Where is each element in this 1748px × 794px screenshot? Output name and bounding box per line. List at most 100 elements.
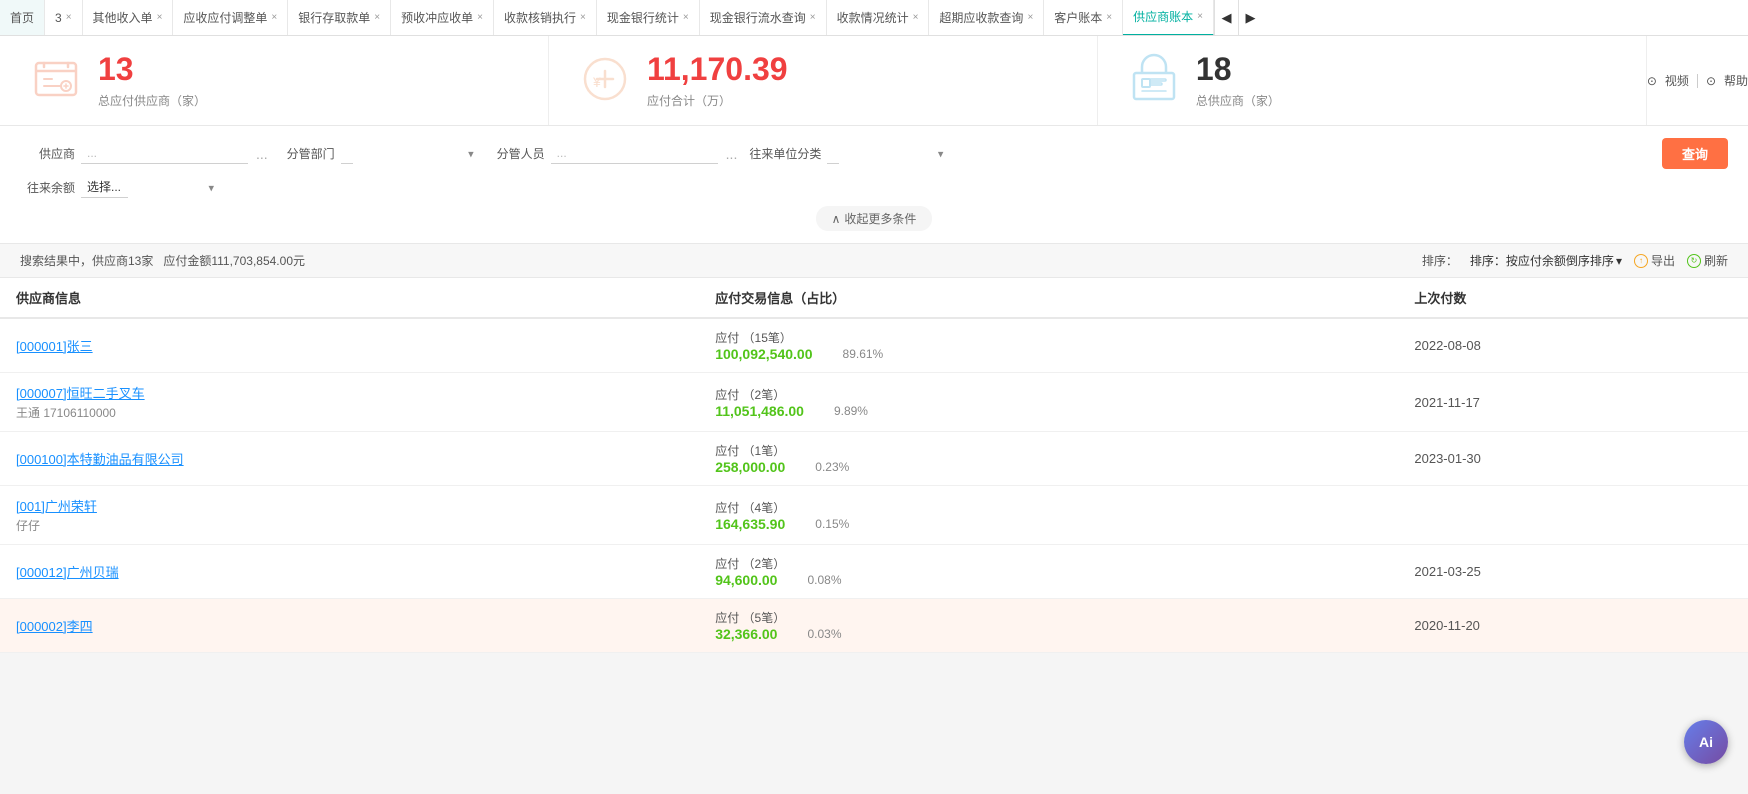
tx-label-5: 应付 （5笔） xyxy=(715,611,785,625)
transaction-cell-4: 应付 （2笔）94,600.000.08% xyxy=(699,545,1398,599)
data-table-wrap: 供应商信息 应付交易信息（占比） 上次付数 [000001]张三应付 （15笔）… xyxy=(0,278,1748,653)
supplier-link-0[interactable]: [000001]张三 xyxy=(16,339,93,354)
tx-label-0: 应付 （15笔） xyxy=(715,331,792,345)
nav-ar-ap-adjust[interactable]: 应收应付调整单 × xyxy=(173,0,288,36)
nav-other-income[interactable]: 其他收入单 × xyxy=(83,0,174,36)
table-row: [000002]李四 应付 （5笔）32,366.000.03% 2020-11-2… xyxy=(0,599,1748,653)
nav-right-arrow[interactable]: ▶ xyxy=(1238,0,1262,36)
table-row: [000001]张三应付 （15笔）100,092,540.0089.61%20… xyxy=(0,318,1748,373)
dept-select-wrap xyxy=(341,143,480,164)
summary-bar: 13 总应付供应商（家） ¥ 11,170.39 应付合计（万） xyxy=(0,36,1748,126)
nav-collection-stat[interactable]: 收款情况统计 × xyxy=(827,0,930,36)
transaction-cell-1: 应付 （2笔）11,051,486.009.89% xyxy=(699,373,1398,432)
amount-value-4: 94,600.00 xyxy=(715,572,777,588)
filter-dept: 分管部门 xyxy=(280,143,480,164)
nav-prepayment[interactable]: 预收冲应收单 × xyxy=(391,0,494,36)
amount-row-3: 164,635.900.15% xyxy=(715,516,1382,532)
supplier-link-1[interactable]: [000007]恒旺二手叉车 xyxy=(16,386,145,401)
amount-row-1: 11,051,486.009.89% xyxy=(715,403,1382,419)
nav-cash-bank-stat[interactable]: 现金银行统计 × xyxy=(597,0,700,36)
supplier-more-btn[interactable]: ... xyxy=(254,146,270,162)
nav-close-supplier-ledger[interactable]: × xyxy=(1197,11,1203,22)
amount-value-3: 164,635.90 xyxy=(715,516,785,532)
amount-value-1: 11,051,486.00 xyxy=(715,403,804,419)
table-row: [000100]本特勤油品有限公司应付 （1笔）258,000.000.23%2… xyxy=(0,432,1748,486)
supplier-cell-5: [000002]李四 xyxy=(0,599,699,653)
supplier-link-5[interactable]: [000002]李四 xyxy=(16,619,93,634)
nav-close-cash-flow-query[interactable]: × xyxy=(810,12,816,23)
nav-close-cash-bank-stat[interactable]: × xyxy=(683,12,689,23)
nav-close-collection-exec[interactable]: × xyxy=(580,12,586,23)
nav-home[interactable]: 首页 xyxy=(0,0,45,36)
result-bar: 搜索结果中，供应商13家 应付金额111,703,854.00元 排序： 排序：… xyxy=(0,244,1748,278)
unit-select[interactable] xyxy=(827,143,839,164)
refresh-btn[interactable]: ↻ 刷新 xyxy=(1687,252,1728,269)
tx-label-3: 应付 （4笔） xyxy=(715,501,785,515)
person-more-btn[interactable]: ... xyxy=(724,146,740,162)
summary-card-total-suppliers: 18 总供应商（家） xyxy=(1098,36,1647,125)
query-button[interactable]: 查询 xyxy=(1662,138,1728,169)
payable-suppliers-icon xyxy=(30,53,82,108)
result-amount: 应付金额111,703,854.00元 xyxy=(163,252,305,269)
dept-select[interactable] xyxy=(341,143,353,164)
amount-row-5: 32,366.000.03% xyxy=(715,626,1382,642)
last-date-cell-3 xyxy=(1398,486,1748,545)
person-input[interactable] xyxy=(551,143,718,164)
nav-supplier-ledger[interactable]: 供应商账本 × xyxy=(1123,0,1214,36)
filter-dept-label: 分管部门 xyxy=(280,145,335,162)
video-link[interactable]: 视频 xyxy=(1665,72,1689,89)
balance-select[interactable]: 选择... xyxy=(81,177,128,198)
payable-total-value: 11,170.39 xyxy=(647,52,788,87)
nav-close-ar-ap-adjust[interactable]: × xyxy=(271,12,277,23)
percent-value-4: 0.08% xyxy=(807,573,841,587)
collapse-btn[interactable]: ∧ 收起更多条件 xyxy=(816,206,933,231)
filter-person: 分管人员 ... xyxy=(490,143,740,164)
supplier-cell-1: [000007]恒旺二手叉车王通 17106110000 xyxy=(0,373,699,432)
summary-card-payable-suppliers: 13 总应付供应商（家） xyxy=(0,36,549,125)
sort-button[interactable]: 排序：按应付余额倒序排序 ▾ xyxy=(1470,252,1622,269)
nav-bank-withdrawal[interactable]: 银行存取款单 × xyxy=(288,0,391,36)
col-header-last-payment: 上次付数 xyxy=(1398,278,1748,318)
supplier-link-2[interactable]: [000100]本特勤油品有限公司 xyxy=(16,452,184,467)
filter-row-1: 供应商 ... 分管部门 分管人员 ... 往来单位分类 查询 xyxy=(20,138,1728,169)
supplier-input[interactable] xyxy=(81,143,248,164)
transaction-cell-2: 应付 （1笔）258,000.000.23% xyxy=(699,432,1398,486)
nav-tab-3[interactable]: 3 × xyxy=(45,0,83,36)
col-header-transaction: 应付交易信息（占比） xyxy=(699,278,1398,318)
nav-overdue-ar[interactable]: 超期应收款查询 × xyxy=(929,0,1044,36)
help-icon: ⊙ xyxy=(1706,74,1716,88)
supplier-link-3[interactable]: [001]广州荣轩 xyxy=(16,499,97,514)
supplier-table: 供应商信息 应付交易信息（占比） 上次付数 [000001]张三应付 （15笔）… xyxy=(0,278,1748,653)
nav-left-arrow[interactable]: ◀ xyxy=(1214,0,1238,36)
filter-row-2: 往来余额 选择... xyxy=(20,177,1728,198)
ai-button-container: Ai xyxy=(1684,720,1728,764)
nav-close-other-income[interactable]: × xyxy=(157,12,163,23)
filter-bar: 供应商 ... 分管部门 分管人员 ... 往来单位分类 查询 xyxy=(0,126,1748,244)
nav-close-customer-ledger[interactable]: × xyxy=(1106,12,1112,23)
nav-close-bank-withdrawal[interactable]: × xyxy=(374,12,380,23)
supplier-sub-1: 王通 17106110000 xyxy=(16,404,683,421)
nav-close-prepayment[interactable]: × xyxy=(477,12,483,23)
nav-cash-flow-query[interactable]: 现金银行流水查询 × xyxy=(700,0,827,36)
filter-unit-class: 往来单位分类 xyxy=(749,143,949,164)
filter-person-label: 分管人员 xyxy=(490,145,545,162)
last-date-cell-5: 2020-11-20 xyxy=(1398,599,1748,653)
nav-collection-exec[interactable]: 收款核销执行 × xyxy=(494,0,597,36)
nav-close-3[interactable]: × xyxy=(66,12,72,23)
nav-customer-ledger[interactable]: 客户账本 × xyxy=(1044,0,1123,36)
amount-value-0: 100,092,540.00 xyxy=(715,346,812,362)
unit-select-wrap xyxy=(827,143,949,164)
nav-close-collection-stat[interactable]: × xyxy=(913,12,919,23)
export-btn[interactable]: ↑ 导出 xyxy=(1634,252,1675,269)
filter-supplier: 供应商 ... xyxy=(20,143,270,164)
help-link[interactable]: 帮助 xyxy=(1724,72,1748,89)
sort-down-icon: ▾ xyxy=(1616,254,1622,268)
nav-close-overdue-ar[interactable]: × xyxy=(1027,12,1033,23)
video-icon: ⊙ xyxy=(1647,74,1657,88)
tx-label-1: 应付 （2笔） xyxy=(715,388,785,402)
right-actions: 排序： 排序：按应付余额倒序排序 ▾ ↑ 导出 ↻ 刷新 xyxy=(1422,252,1728,269)
supplier-link-4[interactable]: [000012]广州贝瑞 xyxy=(16,565,119,580)
filter-balance: 往来余额 选择... xyxy=(20,177,220,198)
ai-assistant-button[interactable]: Ai xyxy=(1684,720,1728,764)
supplier-sub-3: 仔仔 xyxy=(16,517,683,534)
